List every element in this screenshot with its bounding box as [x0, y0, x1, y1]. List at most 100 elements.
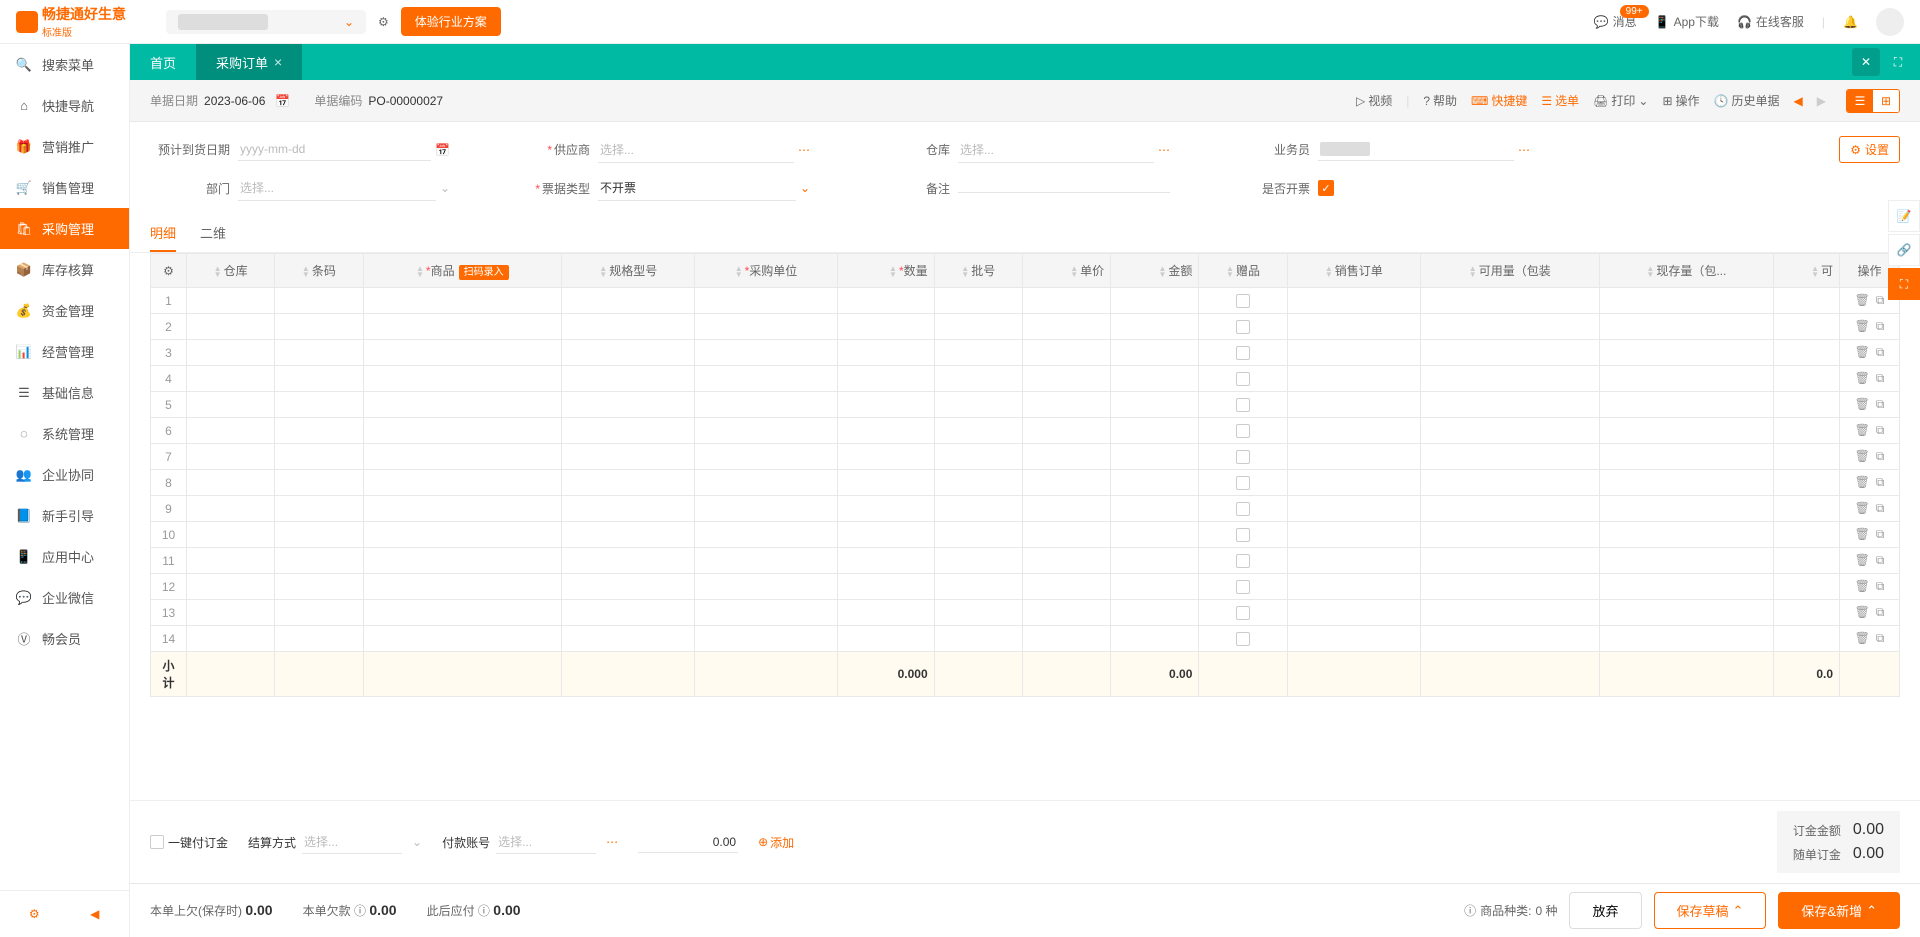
tab-purchase-order[interactable]: 采购订单 × [196, 44, 302, 80]
sidebar-settings-button[interactable]: ⚙ [8, 899, 61, 929]
expected-date-input[interactable]: yyyy-mm-dd [238, 138, 431, 161]
add-payment-button[interactable]: ⊕ 添加 [758, 834, 794, 851]
help-action[interactable]: ?帮助 [1423, 92, 1457, 109]
table-row[interactable]: 14🗑⧉ [151, 626, 1900, 652]
gift-checkbox[interactable] [1236, 580, 1250, 594]
copy-icon[interactable]: ⧉ [1873, 345, 1888, 360]
user-avatar[interactable] [1876, 8, 1904, 36]
print-action[interactable]: 🖨打印⌄ [1593, 92, 1648, 109]
table-row[interactable]: 1🗑⧉ [151, 288, 1900, 314]
form-settings-button[interactable]: ⚙ 设置 [1839, 136, 1900, 163]
sidebar-item-2[interactable]: 🎁营销推广 [0, 126, 129, 167]
copy-icon[interactable]: ⧉ [1873, 527, 1888, 542]
save-draft-button[interactable]: 保存草稿⌃ [1654, 892, 1767, 929]
sidebar-item-1[interactable]: ⌂快捷导航 [0, 85, 129, 126]
gift-checkbox[interactable] [1236, 320, 1250, 334]
save-new-button[interactable]: 保存&新增⌃ [1778, 892, 1900, 929]
delete-icon[interactable]: 🗑 [1852, 553, 1873, 567]
gift-checkbox[interactable] [1236, 528, 1250, 542]
gift-checkbox[interactable] [1236, 450, 1250, 464]
table-row[interactable]: 11🗑⧉ [151, 548, 1900, 574]
table-row[interactable]: 6🗑⧉ [151, 418, 1900, 444]
info-icon[interactable]: ⓘ [478, 904, 490, 918]
company-selector[interactable]: ⌄ [166, 10, 366, 34]
delete-icon[interactable]: 🗑 [1852, 631, 1873, 645]
col-price[interactable]: ▲▼单价 [1022, 254, 1110, 288]
col-gift[interactable]: ▲▼赠品 [1199, 254, 1287, 288]
col-sales-order[interactable]: ▲▼销售订单 [1287, 254, 1420, 288]
remark-input[interactable] [958, 184, 1170, 193]
sidebar-item-0[interactable]: 🔍搜索菜单 [0, 44, 129, 85]
sidebar-item-12[interactable]: 📱应用中心 [0, 536, 129, 577]
gift-checkbox[interactable] [1236, 606, 1250, 620]
delete-icon[interactable]: 🗑 [1852, 579, 1873, 593]
copy-icon[interactable]: ⧉ [1873, 319, 1888, 334]
col-settings-header[interactable]: ⚙ [151, 254, 187, 288]
sidebar-item-5[interactable]: 📦库存核算 [0, 249, 129, 290]
col-spec[interactable]: ▲▼规格型号 [562, 254, 695, 288]
deposit-checkbox[interactable] [150, 835, 164, 849]
view-list-button[interactable]: ☰ [1847, 90, 1873, 112]
delete-icon[interactable]: 🗑 [1852, 345, 1873, 359]
info-icon[interactable]: ⓘ [354, 904, 366, 918]
delete-icon[interactable]: 🗑 [1852, 397, 1873, 411]
discard-button[interactable]: 放弃 [1569, 892, 1641, 929]
gift-checkbox[interactable] [1236, 372, 1250, 386]
tabs-fullscreen-button[interactable]: ⛶ [1884, 48, 1912, 76]
copy-icon[interactable]: ⧉ [1873, 397, 1888, 412]
delete-icon[interactable]: 🗑 [1852, 423, 1873, 437]
table-row[interactable]: 12🗑⧉ [151, 574, 1900, 600]
invoice-flag-checkbox[interactable]: ✓ [1318, 180, 1334, 196]
delete-icon[interactable]: 🗑 [1852, 371, 1873, 385]
col-deliverable[interactable]: ▲▼可 [1774, 254, 1840, 288]
copy-icon[interactable]: ⧉ [1873, 631, 1888, 646]
department-select[interactable]: 选择... [238, 175, 436, 201]
gift-checkbox[interactable] [1236, 294, 1250, 308]
delete-icon[interactable]: 🗑 [1852, 501, 1873, 515]
prev-record-button[interactable]: ◀ [1794, 94, 1803, 108]
calendar-icon[interactable]: 📅 [435, 143, 450, 157]
copy-icon[interactable]: ⧉ [1873, 371, 1888, 386]
online-service-button[interactable]: 🎧 在线客服 [1737, 13, 1804, 30]
more-icon[interactable]: ⋯ [1158, 143, 1170, 157]
col-available-pkg[interactable]: ▲▼可用量（包装 [1421, 254, 1600, 288]
copy-icon[interactable]: ⧉ [1873, 423, 1888, 438]
info-icon[interactable]: ⓘ [1464, 902, 1476, 919]
col-unit[interactable]: ▲▼*采购单位 [695, 254, 837, 288]
col-warehouse[interactable]: ▲▼仓库 [187, 254, 275, 288]
tabs-close-all-button[interactable]: ✕ [1852, 48, 1880, 76]
shortcut-action[interactable]: ⌨快捷键 [1471, 92, 1527, 109]
delete-icon[interactable]: 🗑 [1852, 293, 1873, 307]
delete-icon[interactable]: 🗑 [1852, 605, 1873, 619]
copy-icon[interactable]: ⧉ [1873, 579, 1888, 594]
sidebar-item-4[interactable]: 🛍采购管理 [0, 208, 129, 249]
sidebar-item-6[interactable]: 💰资金管理 [0, 290, 129, 331]
delete-icon[interactable]: 🗑 [1852, 319, 1873, 333]
delete-icon[interactable]: 🗑 [1852, 475, 1873, 489]
warehouse-select[interactable]: 选择... [958, 137, 1154, 163]
settings-icon[interactable]: ⚙ [378, 15, 389, 29]
table-row[interactable]: 2🗑⧉ [151, 314, 1900, 340]
operate-action[interactable]: ⊞操作 [1662, 92, 1699, 109]
tab-home[interactable]: 首页 [130, 44, 196, 80]
sidebar-collapse-button[interactable]: ◀ [69, 899, 122, 929]
gift-checkbox[interactable] [1236, 346, 1250, 360]
payment-amount-input[interactable]: 0.00 [638, 832, 738, 853]
sidebar-item-13[interactable]: 💬企业微信 [0, 577, 129, 618]
gift-checkbox[interactable] [1236, 476, 1250, 490]
messages-button[interactable]: 💬 消息 99+ [1594, 13, 1637, 30]
calendar-icon[interactable]: 📅 [275, 94, 290, 108]
right-tool-note[interactable]: 📝 [1888, 200, 1920, 232]
more-icon[interactable]: ⋯ [798, 143, 810, 157]
chevron-down-icon[interactable]: ⌄ [412, 835, 422, 849]
sidebar-item-7[interactable]: 📊经营管理 [0, 331, 129, 372]
right-tool-attach[interactable]: 🔗 [1888, 234, 1920, 266]
bell-icon[interactable]: 🔔 [1843, 15, 1858, 29]
gift-checkbox[interactable] [1236, 424, 1250, 438]
col-stock-pkg[interactable]: ▲▼现存量（包... [1599, 254, 1774, 288]
table-row[interactable]: 4🗑⧉ [151, 366, 1900, 392]
sidebar-item-10[interactable]: 👥企业协同 [0, 454, 129, 495]
sidebar-item-3[interactable]: 🛒销售管理 [0, 167, 129, 208]
col-qty[interactable]: ▲▼*数量 [837, 254, 934, 288]
table-row[interactable]: 3🗑⧉ [151, 340, 1900, 366]
